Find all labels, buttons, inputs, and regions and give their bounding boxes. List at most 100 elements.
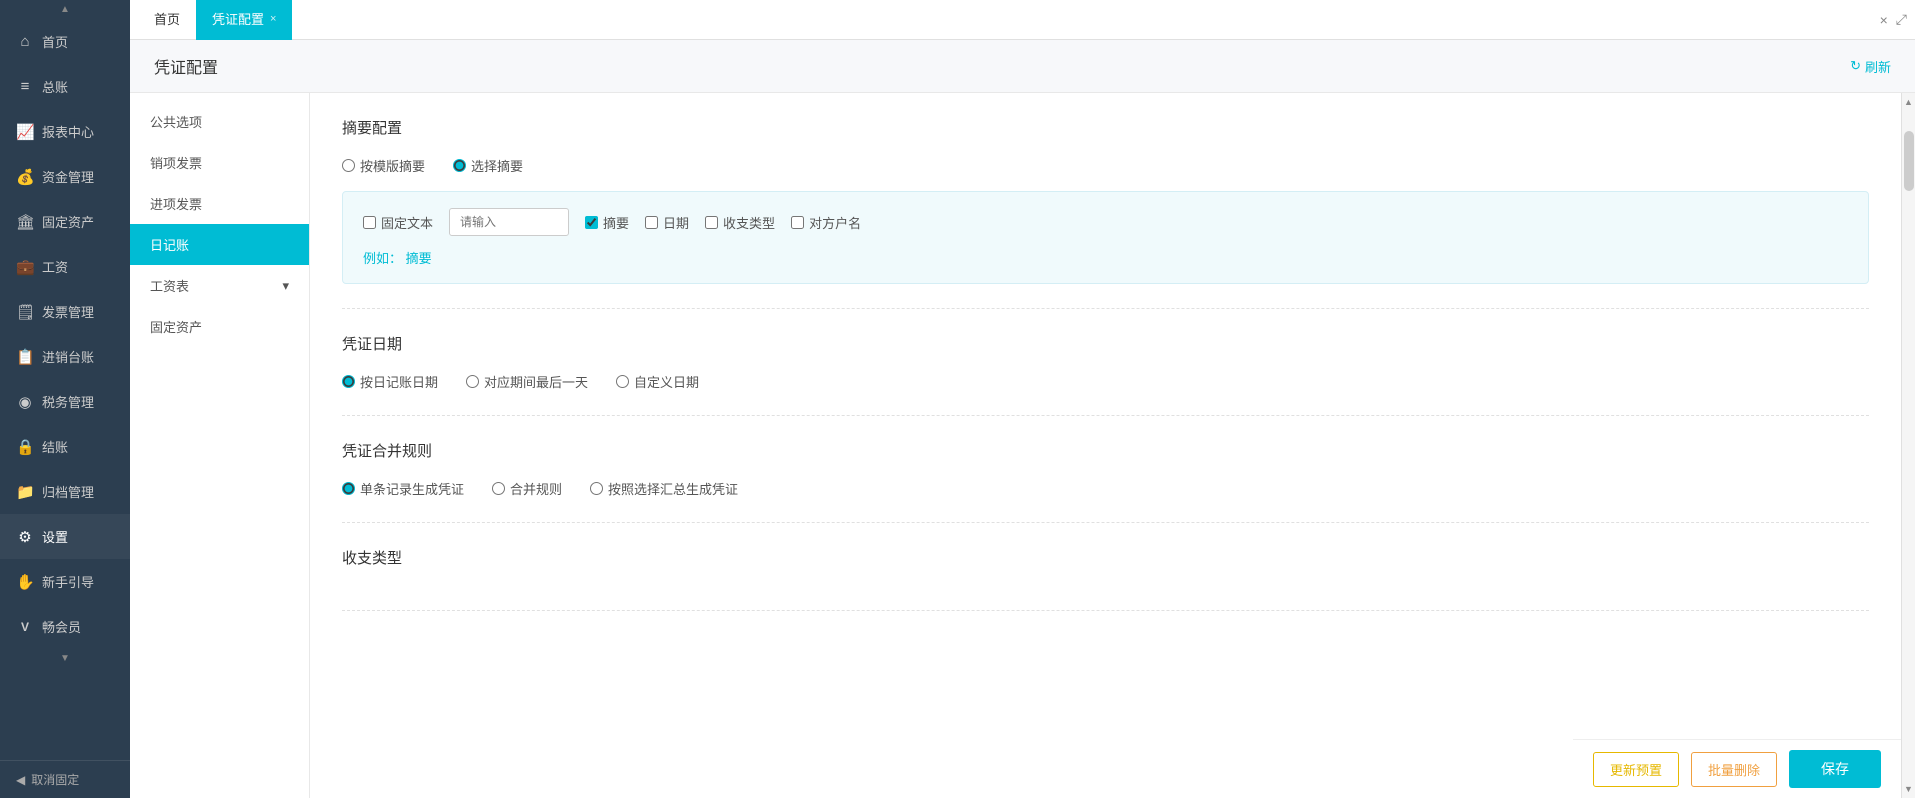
scrollbar-down-arrow[interactable]: ▼: [1900, 780, 1915, 798]
voucher-date-radio-journal[interactable]: 按日记账日期: [342, 372, 438, 391]
tab-voucher-config[interactable]: 凭证配置 ×: [196, 0, 292, 40]
voucher-date-radio-last-day[interactable]: 对应期间最后一天: [466, 372, 588, 391]
sidebar-cancel-pin[interactable]: ◀ 取消固定: [0, 760, 130, 798]
page-header: 凭证配置 ↻ 刷新: [130, 40, 1915, 93]
update-preview-button[interactable]: 更新预置: [1593, 752, 1679, 787]
sidebar-item-ledger[interactable]: ≡ 总账: [0, 64, 130, 109]
page-title: 凭证配置: [154, 54, 218, 78]
by-selection-radio[interactable]: [590, 482, 603, 495]
scrollbar-up-arrow[interactable]: ▲: [1900, 93, 1915, 111]
check-counterparty[interactable]: 对方户名: [791, 213, 861, 232]
left-nav-payroll[interactable]: 工资表 ▾: [130, 265, 309, 306]
left-nav-purchase-invoice[interactable]: 进项发票: [130, 183, 309, 224]
sidebar-item-close[interactable]: 🔒 结账: [0, 424, 130, 469]
archive-icon: 📁: [16, 483, 34, 501]
tabbar: 首页 凭证配置 × × ⤢: [130, 0, 1915, 40]
tab-close-icon[interactable]: ×: [270, 13, 276, 25]
guide-icon: ✋: [16, 573, 34, 591]
window-resize-button[interactable]: ⤢: [1896, 11, 1907, 28]
counterparty-checkbox[interactable]: [791, 216, 804, 229]
tabbar-actions: × ⤢: [1880, 11, 1907, 28]
summary-select-radio[interactable]: [453, 159, 466, 172]
sidebar-item-label: 工资: [42, 257, 68, 276]
sidebar-item-label: 设置: [42, 527, 68, 546]
home-icon: ⌂: [16, 33, 34, 50]
close-account-icon: 🔒: [16, 438, 34, 456]
main-area: 首页 凭证配置 × × ⤢ 凭证配置 ↻ 刷新 公共选项 销项发票 进: [130, 0, 1915, 798]
sidebar-item-reports[interactable]: 📈 报表中心: [0, 109, 130, 154]
sidebar-item-label: 发票管理: [42, 302, 94, 321]
batch-delete-button[interactable]: 批量删除: [1691, 752, 1777, 787]
tab-home[interactable]: 首页: [138, 0, 196, 40]
sidebar-item-label: 固定资产: [42, 212, 94, 231]
sidebar-item-guide[interactable]: ✋ 新手引导: [0, 559, 130, 604]
left-nav: 公共选项 销项发票 进项发票 日记账 工资表 ▾ 固定资产: [130, 93, 310, 798]
left-nav-public[interactable]: 公共选项: [130, 101, 309, 142]
sidebar-item-settings[interactable]: ⚙ 设置: [0, 514, 130, 559]
sidebar-item-label: 进销台账: [42, 347, 94, 366]
date-checkbox[interactable]: [645, 216, 658, 229]
check-income-type[interactable]: 收支类型: [705, 213, 775, 232]
merge-radio-single[interactable]: 单条记录生成凭证: [342, 479, 464, 498]
sidebar-item-archive[interactable]: 📁 归档管理: [0, 469, 130, 514]
scrollbar-thumb[interactable]: [1904, 131, 1914, 191]
sidebar-item-label: 新手引导: [42, 572, 94, 591]
sidebar-item-sales-ledger[interactable]: 📋 进销台账: [0, 334, 130, 379]
summary-config-box: 固定文本 摘要 日期 收支类型: [342, 191, 1869, 284]
sidebar-item-label: 畅会员: [42, 617, 81, 636]
voucher-date-radio-custom[interactable]: 自定义日期: [616, 372, 699, 391]
summary-radio-template[interactable]: 按模版摘要: [342, 156, 425, 175]
sidebar-item-label: 结账: [42, 437, 68, 456]
merge-rules-radio[interactable]: [492, 482, 505, 495]
tab-voucher-config-label: 凭证配置: [212, 9, 264, 28]
merge-radio-by-selection[interactable]: 按照选择汇总生成凭证: [590, 479, 738, 498]
vertical-scrollbar: ▲ ▼: [1901, 93, 1915, 798]
save-button[interactable]: 保存: [1789, 750, 1881, 788]
sales-ledger-icon: 📋: [16, 348, 34, 366]
refresh-button[interactable]: ↻ 刷新: [1850, 57, 1891, 76]
merge-rules-radio-group: 单条记录生成凭证 合并规则 按照选择汇总生成凭证: [342, 479, 1869, 498]
sidebar-item-label: 归档管理: [42, 482, 94, 501]
single-record-radio[interactable]: [342, 482, 355, 495]
sidebar: ▲ ⌂ 首页 ≡ 总账 📈 报表中心 💰 资金管理 🏛 固定资产 💼 工资 🗒 …: [0, 0, 130, 798]
check-date[interactable]: 日期: [645, 213, 689, 232]
merge-rules-title: 凭证合并规则: [342, 440, 1869, 461]
sidebar-scroll-down[interactable]: ▼: [0, 649, 130, 668]
sidebar-item-label: 税务管理: [42, 392, 94, 411]
last-day-radio[interactable]: [466, 375, 479, 388]
fixed-text-checkbox[interactable]: [363, 216, 376, 229]
fixed-text-input[interactable]: [449, 208, 569, 236]
settings-icon: ⚙: [16, 528, 34, 546]
sidebar-item-invoice-mgmt[interactable]: 🗒 发票管理: [0, 289, 130, 334]
check-summary[interactable]: 摘要: [585, 213, 629, 232]
summary-template-radio[interactable]: [342, 159, 355, 172]
bottom-spacer: [342, 635, 1869, 695]
left-nav-fixed-assets[interactable]: 固定资产: [130, 306, 309, 347]
summary-config-section: 摘要配置 按模版摘要 选择摘要 固定文本: [342, 117, 1869, 309]
voucher-date-title: 凭证日期: [342, 333, 1869, 354]
arrow-down-icon: ▾: [282, 278, 289, 294]
sidebar-item-home[interactable]: ⌂ 首页: [0, 19, 130, 64]
content-area: 公共选项 销项发票 进项发票 日记账 工资表 ▾ 固定资产 摘要配置: [130, 93, 1915, 798]
summary-checkbox[interactable]: [585, 216, 598, 229]
sidebar-scroll-up[interactable]: ▲: [0, 0, 130, 19]
check-fixed-text[interactable]: 固定文本: [363, 213, 433, 232]
sidebar-item-assets[interactable]: 🏛 固定资产: [0, 199, 130, 244]
refresh-icon: ↻: [1850, 58, 1861, 74]
left-nav-journal[interactable]: 日记账: [130, 224, 309, 265]
sidebar-item-member[interactable]: V 畅会员: [0, 604, 130, 649]
merge-radio-merge[interactable]: 合并规则: [492, 479, 562, 498]
sidebar-item-salary[interactable]: 💼 工资: [0, 244, 130, 289]
sidebar-item-tax[interactable]: ◉ 税务管理: [0, 379, 130, 424]
journal-date-radio[interactable]: [342, 375, 355, 388]
sidebar-item-funds[interactable]: 💰 资金管理: [0, 154, 130, 199]
left-nav-sales-invoice[interactable]: 销项发票: [130, 142, 309, 183]
assets-icon: 🏛: [16, 213, 34, 231]
tab-home-label: 首页: [154, 9, 180, 28]
salary-icon: 💼: [16, 258, 34, 276]
window-close-button[interactable]: ×: [1880, 12, 1888, 28]
income-type-checkbox[interactable]: [705, 216, 718, 229]
custom-date-radio[interactable]: [616, 375, 629, 388]
summary-radio-select[interactable]: 选择摘要: [453, 156, 523, 175]
tax-icon: ◉: [16, 393, 34, 411]
